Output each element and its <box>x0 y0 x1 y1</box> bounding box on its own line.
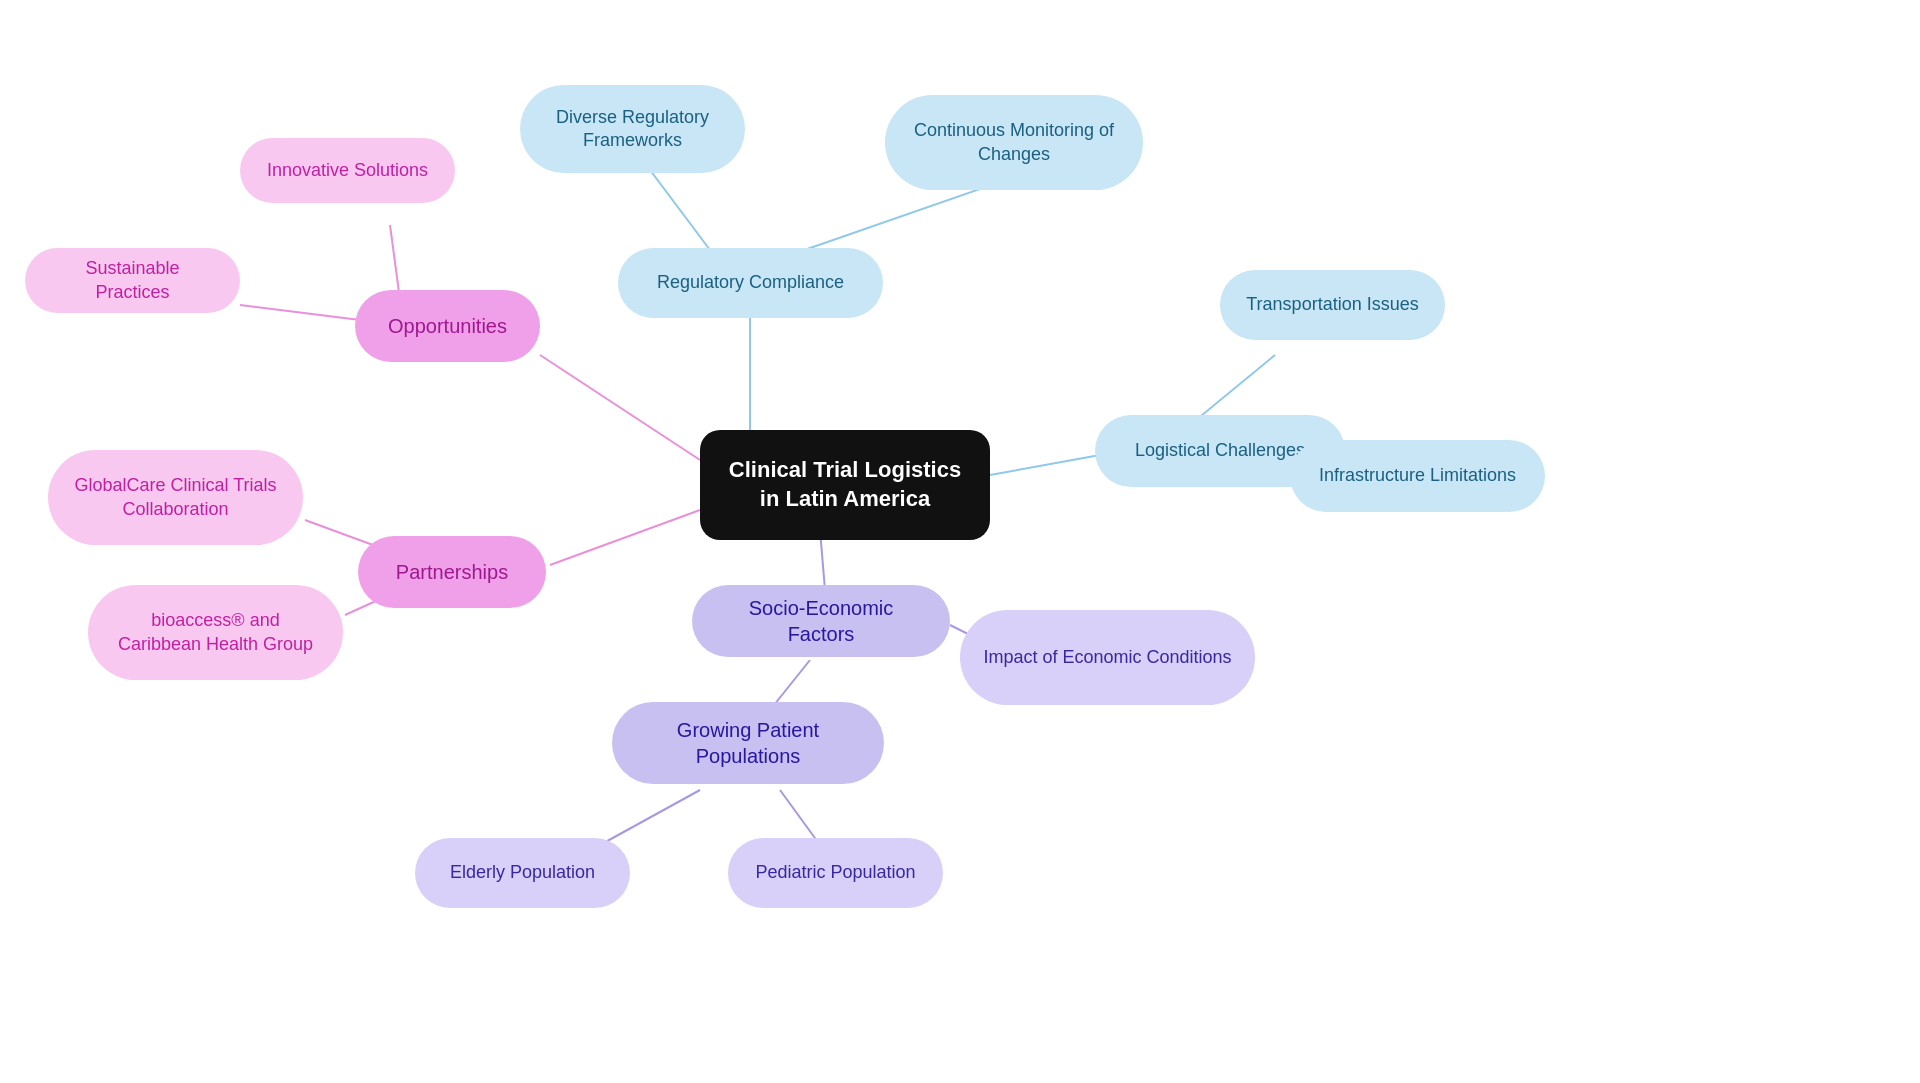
svg-line-3 <box>990 455 1100 475</box>
svg-line-16 <box>780 790 820 845</box>
innovative-solutions-node: Innovative Solutions <box>240 138 455 203</box>
globalcare-node: GlobalCare Clinical Trials Collaboration <box>48 450 303 545</box>
growing-patient-node: Growing Patient Populations <box>612 702 884 784</box>
pediatric-population-node: Pediatric Population <box>728 838 943 908</box>
partnerships-node: Partnerships <box>358 536 546 608</box>
svg-line-15 <box>600 790 700 845</box>
regulatory-compliance-node: Regulatory Compliance <box>618 248 883 318</box>
continuous-monitoring-node: Continuous Monitoring of Changes <box>885 95 1143 190</box>
diverse-regulatory-node: Diverse Regulatory Frameworks <box>520 85 745 173</box>
socio-economic-node: Socio-Economic Factors <box>692 585 950 657</box>
bioaccess-node: bioaccess® and Caribbean Health Group <box>88 585 343 680</box>
transportation-issues-node: Transportation Issues <box>1220 270 1445 340</box>
svg-line-6 <box>540 355 700 460</box>
elderly-population-node: Elderly Population <box>415 838 630 908</box>
svg-line-7 <box>390 225 400 300</box>
svg-line-9 <box>550 510 700 565</box>
impact-economic-node: Impact of Economic Conditions <box>960 610 1255 705</box>
center-node: Clinical Trial Logistics in Latin Americ… <box>700 430 990 540</box>
infrastructure-limitations-node: Infrastructure Limitations <box>1290 440 1545 512</box>
svg-line-8 <box>240 305 360 320</box>
opportunities-node: Opportunities <box>355 290 540 362</box>
svg-line-1 <box>650 170 710 250</box>
sustainable-practices-node: Sustainable Practices <box>25 248 240 313</box>
